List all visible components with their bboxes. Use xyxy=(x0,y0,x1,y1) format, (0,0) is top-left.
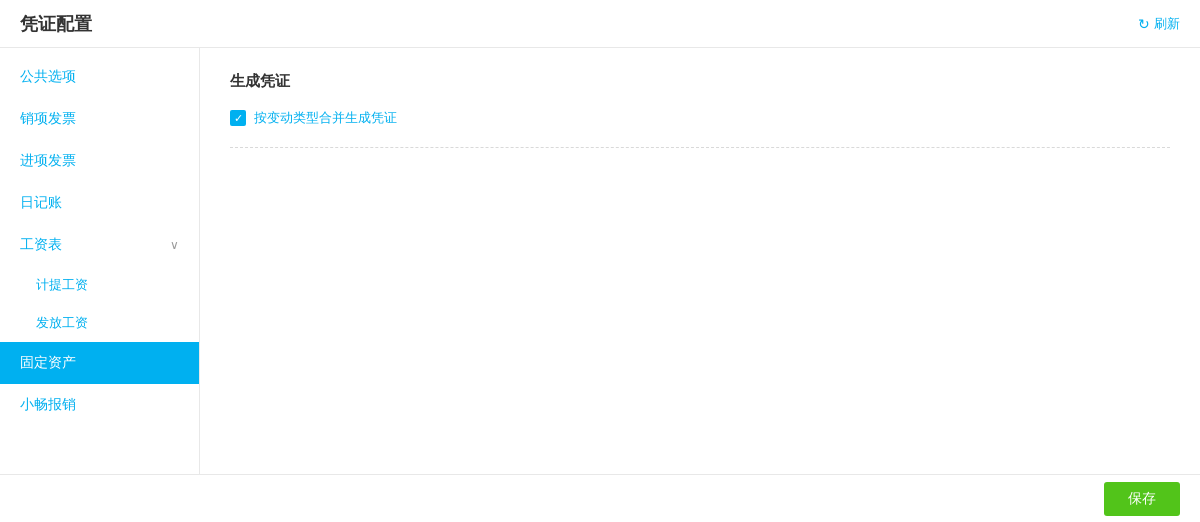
sidebar-item-fixed-assets[interactable]: 固定资产 xyxy=(0,342,199,384)
checkbox-row: ✓ 按变动类型合并生成凭证 xyxy=(230,109,1170,127)
sidebar-item-pay-payroll[interactable]: 发放工资 xyxy=(0,304,199,342)
merge-type-checkbox[interactable]: ✓ xyxy=(230,110,246,126)
page-title: 凭证配置 xyxy=(20,12,92,36)
chevron-down-icon: ∨ xyxy=(170,238,179,252)
section-divider xyxy=(230,147,1170,148)
sidebar: 公共选项 销项发票 进项发票 日记账 工资表 ∨ 计提工资 发放工资 固定资产 … xyxy=(0,48,200,474)
sidebar-item-petty-expense[interactable]: 小畅报销 xyxy=(0,384,199,426)
refresh-label: 刷新 xyxy=(1154,15,1180,33)
sidebar-item-public-options[interactable]: 公共选项 xyxy=(0,56,199,98)
sidebar-item-label: 工资表 xyxy=(20,236,62,254)
sidebar-item-label: 销项发票 xyxy=(20,110,76,128)
section-title: 生成凭证 xyxy=(230,72,1170,91)
refresh-button[interactable]: ↻ 刷新 xyxy=(1138,15,1180,33)
sidebar-item-calc-payroll[interactable]: 计提工资 xyxy=(0,266,199,304)
page-footer: 保存 xyxy=(0,474,1200,522)
sidebar-item-label: 公共选项 xyxy=(20,68,76,86)
sidebar-item-label: 日记账 xyxy=(20,194,62,212)
sidebar-item-sales-invoice[interactable]: 销项发票 xyxy=(0,98,199,140)
sidebar-item-label: 进项发票 xyxy=(20,152,76,170)
sidebar-item-label: 发放工资 xyxy=(36,315,88,330)
page-header: 凭证配置 ↻ 刷新 xyxy=(0,0,1200,48)
sidebar-item-payroll-sheet[interactable]: 工资表 ∨ xyxy=(0,224,199,266)
sidebar-item-label: 固定资产 xyxy=(20,354,76,372)
save-button[interactable]: 保存 xyxy=(1104,482,1180,516)
checkbox-label: 按变动类型合并生成凭证 xyxy=(254,109,397,127)
main-layout: 公共选项 销项发票 进项发票 日记账 工资表 ∨ 计提工资 发放工资 固定资产 … xyxy=(0,48,1200,474)
sidebar-item-purchase-invoice[interactable]: 进项发票 xyxy=(0,140,199,182)
content-area: 生成凭证 ✓ 按变动类型合并生成凭证 xyxy=(200,48,1200,474)
checkmark-icon: ✓ xyxy=(234,113,243,124)
refresh-icon: ↻ xyxy=(1138,16,1150,32)
sidebar-item-label: 小畅报销 xyxy=(20,396,76,414)
sidebar-item-label: 计提工资 xyxy=(36,277,88,292)
sidebar-item-journal[interactable]: 日记账 xyxy=(0,182,199,224)
